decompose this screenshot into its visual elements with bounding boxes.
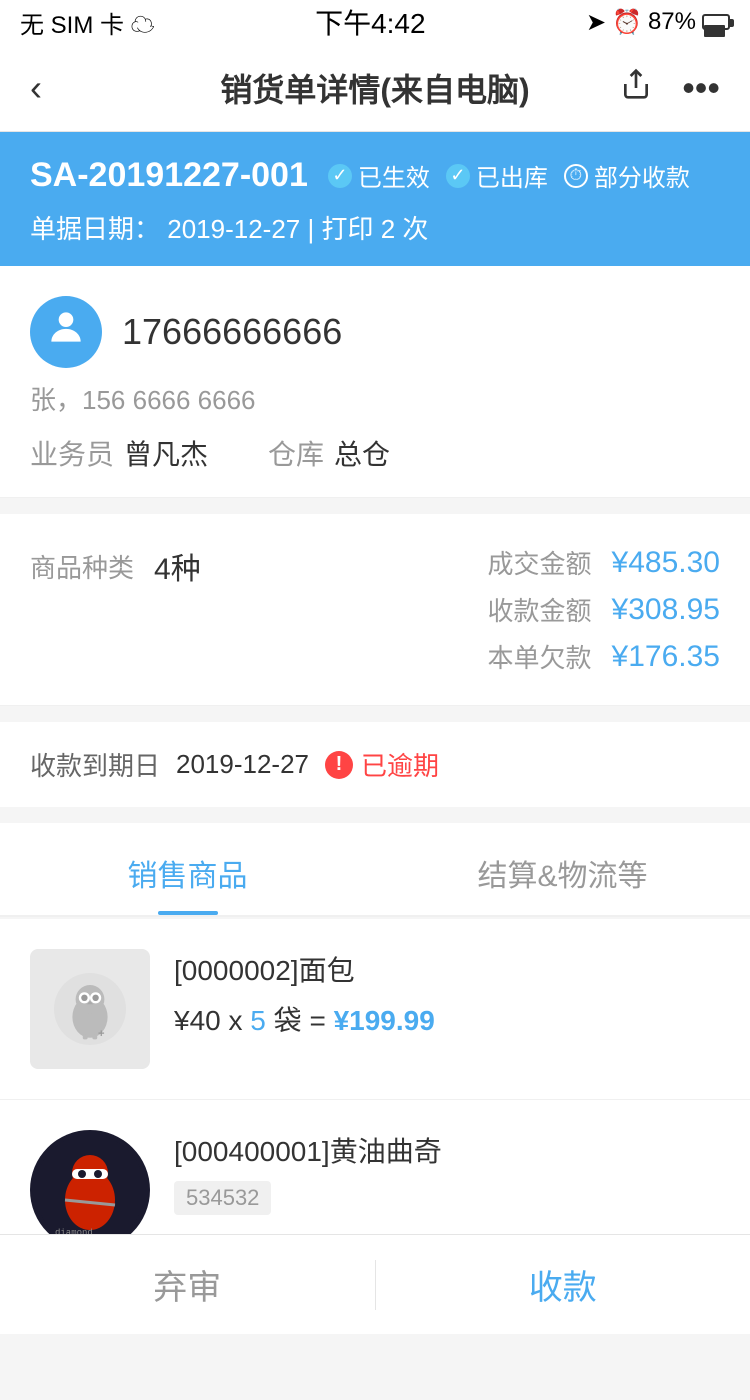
date-label: 单据日期：: [30, 214, 160, 244]
nav-actions: •••: [620, 67, 720, 109]
tab-settlement[interactable]: 结算&物流等: [375, 823, 750, 915]
received-value: ¥308.95: [612, 593, 720, 627]
customer-meta: 业务员 曾凡杰 仓库 总仓: [30, 433, 720, 473]
product-info-1: [0000002]面包 ¥40 x 5 袋 = ¥199.99: [174, 949, 720, 1039]
clock-icon: ⏱: [564, 164, 588, 188]
order-id: SA-20191227-001: [30, 156, 308, 195]
due-label: 收款到期日: [30, 746, 160, 783]
customer-contact: 张，156 6666 6666: [30, 380, 720, 417]
transaction-row: 成交金额 ¥485.30: [488, 544, 720, 581]
page-title: 销货单详情(来自电脑): [220, 65, 529, 111]
warehouse-label: 仓库: [268, 433, 324, 473]
more-button[interactable]: •••: [682, 67, 720, 109]
warehouse-meta: 仓库 总仓: [268, 433, 390, 473]
customer-section: 17666666666 张，156 6666 6666 业务员 曾凡杰 仓库 总…: [0, 266, 750, 498]
due-section: 收款到期日 2019-12-27 ! 已逾期: [0, 722, 750, 807]
banner-row1: SA-20191227-001 ✓ 已生效 ✓ 已出库 ⏱ 部分收款: [30, 156, 720, 195]
tab1-label: 销售商品: [128, 860, 248, 893]
amount-stats: 成交金额 ¥485.30 收款金额 ¥308.95 本单欠款 ¥176.35: [488, 544, 720, 675]
warehouse-name: 总仓: [334, 433, 390, 473]
customer-phone: 17666666666: [122, 311, 342, 353]
status-badges: ✓ 已生效 ✓ 已出库 ⏱ 部分收款: [328, 158, 690, 193]
customer-avatar: [30, 296, 102, 368]
received-row: 收款金额 ¥308.95: [488, 591, 720, 628]
print-separator: | 打印: [307, 214, 380, 244]
svg-text:+: +: [98, 1028, 105, 1040]
product-item-1: + [0000002]面包 ¥40 x 5 袋 = ¥199.99: [0, 919, 750, 1100]
sales-name: 曾凡杰: [124, 433, 208, 473]
product-price-row-1: ¥40 x 5 袋 = ¥199.99: [174, 999, 720, 1039]
transaction-value: ¥485.30: [612, 546, 720, 580]
tabs-section: 销售商品 结算&物流等: [0, 823, 750, 917]
tab-sales-goods[interactable]: 销售商品: [0, 823, 375, 915]
badge-shipped: ✓ 已出库: [446, 158, 548, 193]
transaction-label: 成交金额: [488, 544, 592, 581]
product-name-2: [000400001]黄油曲奇: [174, 1130, 720, 1170]
print-count: 2: [381, 214, 395, 244]
product-name-1: [0000002]面包: [174, 949, 720, 989]
status-right: ➤ ⏰ 87%: [586, 8, 730, 37]
status-left: 无 SIM 卡 ☁: [20, 5, 155, 40]
badge-partial: ⏱ 部分收款: [564, 158, 690, 193]
check-icon-2: ✓: [446, 164, 470, 188]
category-stats: 商品种类 4种: [30, 544, 201, 588]
header-banner: SA-20191227-001 ✓ 已生效 ✓ 已出库 ⏱ 部分收款 单据日期：…: [0, 132, 750, 266]
quantity-val-1: 5: [250, 1005, 266, 1036]
order-date: 2019-12-27: [167, 214, 300, 244]
customer-row: 17666666666: [30, 296, 720, 368]
due-date-value: 2019-12-27: [176, 749, 309, 780]
print-unit: 次: [402, 214, 428, 244]
cancel-button[interactable]: 弃审: [0, 1232, 375, 1337]
overdue-icon: !: [325, 751, 353, 779]
stats-row: 商品种类 4种 成交金额 ¥485.30 收款金额 ¥308.95 本单欠款 ¥…: [30, 544, 720, 675]
badge-active: ✓ 已生效: [328, 158, 430, 193]
stats-section: 商品种类 4种 成交金额 ¥485.30 收款金额 ¥308.95 本单欠款 ¥…: [0, 514, 750, 706]
badge-shipped-label: 已出库: [476, 158, 548, 193]
sales-label: 业务员: [30, 433, 114, 473]
product-sku-2: 534532: [174, 1181, 271, 1215]
back-button[interactable]: ‹: [30, 67, 90, 109]
share-button[interactable]: [620, 67, 652, 109]
banner-row2: 单据日期： 2019-12-27 | 打印 2 次: [30, 209, 720, 246]
confirm-button[interactable]: 收款: [376, 1232, 750, 1337]
arrears-row: 本单欠款 ¥176.35: [488, 638, 720, 675]
tab2-label: 结算&物流等: [477, 860, 647, 893]
bottom-bar: 弃审 收款: [0, 1234, 750, 1334]
sales-meta: 业务员 曾凡杰: [30, 433, 208, 473]
nav-bar: ‹ 销货单详情(来自电脑) •••: [0, 44, 750, 132]
status-bar: 无 SIM 卡 ☁ 下午4:42 ➤ ⏰ 87%: [0, 0, 750, 44]
signal-text: 无 SIM 卡 ☁: [20, 5, 155, 40]
category-count: 4种: [154, 544, 201, 588]
overdue-text: 已逾期: [361, 746, 439, 783]
battery-text: 87%: [648, 8, 696, 36]
total-price-1: ¥199.99: [334, 1005, 435, 1036]
price-multiply-1: x: [229, 1005, 251, 1036]
status-time: 下午4:42: [315, 2, 426, 42]
received-label: 收款金额: [488, 591, 592, 628]
person-icon: [44, 305, 88, 359]
product-thumbnail-1: +: [30, 949, 150, 1069]
check-icon-1: ✓: [328, 164, 352, 188]
arrears-label: 本单欠款: [488, 638, 592, 675]
price-unit-1: ¥40: [174, 1005, 221, 1036]
alarm-icon: ⏰: [612, 8, 642, 37]
badge-partial-label: 部分收款: [594, 158, 690, 193]
battery-icon: [702, 14, 730, 30]
location-icon: ➤: [586, 8, 606, 37]
tab-active-indicator: [158, 911, 218, 915]
arrears-value: ¥176.35: [612, 640, 720, 674]
quantity-unit-1: 袋: [274, 1005, 302, 1036]
category-label: 商品种类: [30, 548, 134, 585]
price-equals-1: =: [309, 1005, 333, 1036]
badge-active-label: 已生效: [358, 158, 430, 193]
overdue-badge: ! 已逾期: [325, 746, 439, 783]
tabs-row: 销售商品 结算&物流等: [0, 823, 750, 915]
